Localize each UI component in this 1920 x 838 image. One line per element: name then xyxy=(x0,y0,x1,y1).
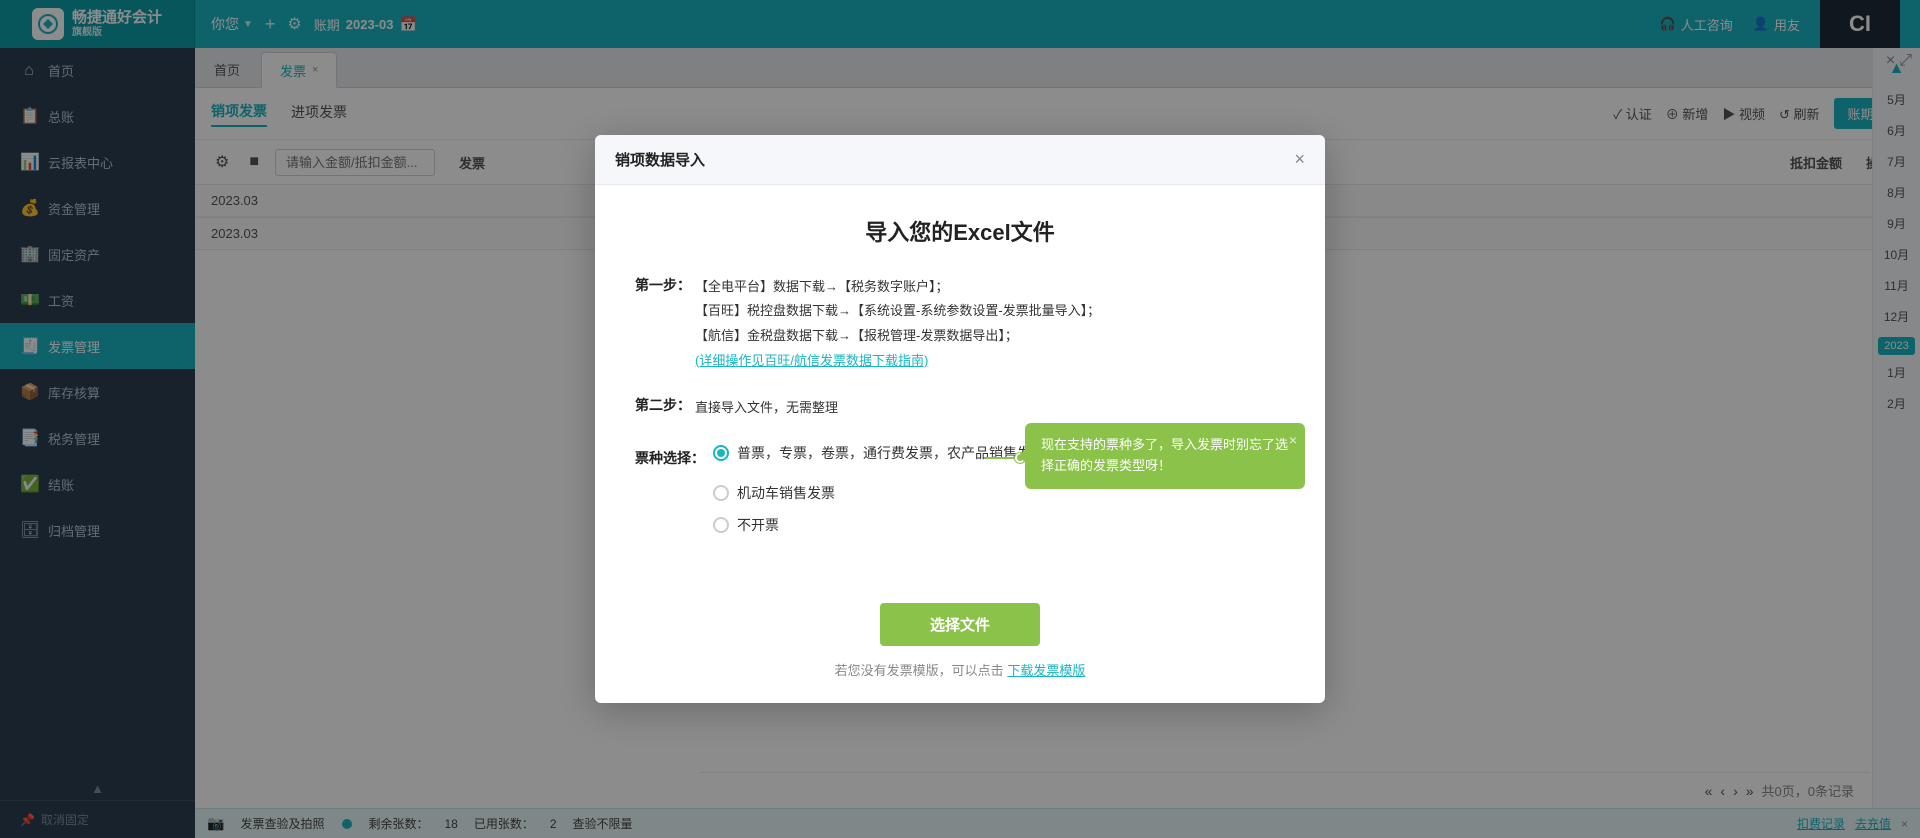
step1-line-2: 【百旺】税控盘数据下载→【系统设置-系统参数设置-发票批量导入】； xyxy=(695,299,1100,324)
step2-content: 直接导入文件，无需整理 xyxy=(695,396,838,421)
ticket-label: 票种选择： xyxy=(635,443,705,557)
select-file-button[interactable]: 选择文件 xyxy=(880,603,1040,646)
tooltip-close-button[interactable]: × xyxy=(1289,429,1297,451)
tooltip-text: 现在支持的票种多了，导入发票时别忘了选择正确的发票类型呀！ xyxy=(1041,437,1288,473)
radio-none[interactable]: 不开票 xyxy=(713,515,1045,535)
step1-line-1: 【全电平台】数据下载→【税务数字账户】； xyxy=(695,275,1100,300)
tooltip-container: × 现在支持的票种多了，导入发票时别忘了选择正确的发票类型呀！ xyxy=(985,447,1025,463)
modal-body: 导入您的Excel文件 第一步： 【全电平台】数据下载→【税务数字账户】； 【百… xyxy=(595,185,1325,594)
radio-motor[interactable]: 机动车销售发票 xyxy=(713,483,1045,503)
tooltip-with-line: × 现在支持的票种多了，导入发票时别忘了选择正确的发票类型呀！ xyxy=(985,453,1025,463)
step1-label: 第一步： xyxy=(635,275,695,368)
step1-row: 第一步： 【全电平台】数据下载→【税务数字账户】； 【百旺】税控盘数据下载→【系… xyxy=(635,275,1285,374)
radio-circle-motor xyxy=(713,485,729,501)
modal-close-button[interactable]: × xyxy=(1294,149,1305,170)
radio-circle-none xyxy=(713,517,729,533)
radio-label-none: 不开票 xyxy=(737,515,779,535)
download-template-link[interactable]: 下载发票模版 xyxy=(1007,663,1085,678)
import-modal: 销项数据导入 × 导入您的Excel文件 第一步： 【全电平台】数据下载→【税务… xyxy=(595,135,1325,704)
hint-text: 若您没有发票模版，可以点击 xyxy=(835,663,1004,678)
radio-label-motor: 机动车销售发票 xyxy=(737,483,835,503)
modal-header: 销项数据导入 × xyxy=(595,135,1325,185)
step2-label: 第二步： xyxy=(635,395,695,415)
modal-title: 销项数据导入 xyxy=(615,149,705,170)
step2-block: 第二步： 直接导入文件，无需整理 xyxy=(635,395,1285,421)
guide-link[interactable]: (详细操作见百旺/航信发票数据下载指南) xyxy=(695,353,928,368)
radio-wrapper-1: 普票，专票，卷票，通行费发票，农产品销售发票 × xyxy=(713,443,1045,463)
ticket-type-section: 票种选择： 普票，专票，卷票，通行费发票，农产品销售发票 xyxy=(635,443,1285,563)
modal-overlay: 销项数据导入 × 导入您的Excel文件 第一步： 【全电平台】数据下载→【税务… xyxy=(0,0,1920,838)
step1-content: 【全电平台】数据下载→【税务数字账户】； 【百旺】税控盘数据下载→【系统设置-系… xyxy=(695,275,1100,374)
radio-group: 普票，专票，卷票，通行费发票，农产品销售发票 × xyxy=(705,443,1045,547)
modal-main-title: 导入您的Excel文件 xyxy=(635,215,1285,247)
step2-row: 第二步： 直接导入文件，无需整理 xyxy=(635,395,1285,421)
modal-hint: 若您没有发票模版，可以点击 下载发票模版 xyxy=(635,660,1285,679)
tooltip-connector-line xyxy=(985,457,1015,459)
radio-circle-normal xyxy=(713,445,729,461)
modal-footer: 选择文件 若您没有发票模版，可以点击 下载发票模版 xyxy=(595,593,1325,703)
step1-link-row: (详细操作见百旺/航信发票数据下载指南) xyxy=(695,349,1100,374)
step1-line-3: 【航信】金税盘数据下载→【报税管理-发票数据导出】； xyxy=(695,324,1100,349)
tooltip-box: × 现在支持的票种多了，导入发票时别忘了选择正确的发票类型呀！ xyxy=(1025,423,1305,489)
step1-block: 第一步： 【全电平台】数据下载→【税务数字账户】； 【百旺】税控盘数据下载→【系… xyxy=(635,275,1285,374)
